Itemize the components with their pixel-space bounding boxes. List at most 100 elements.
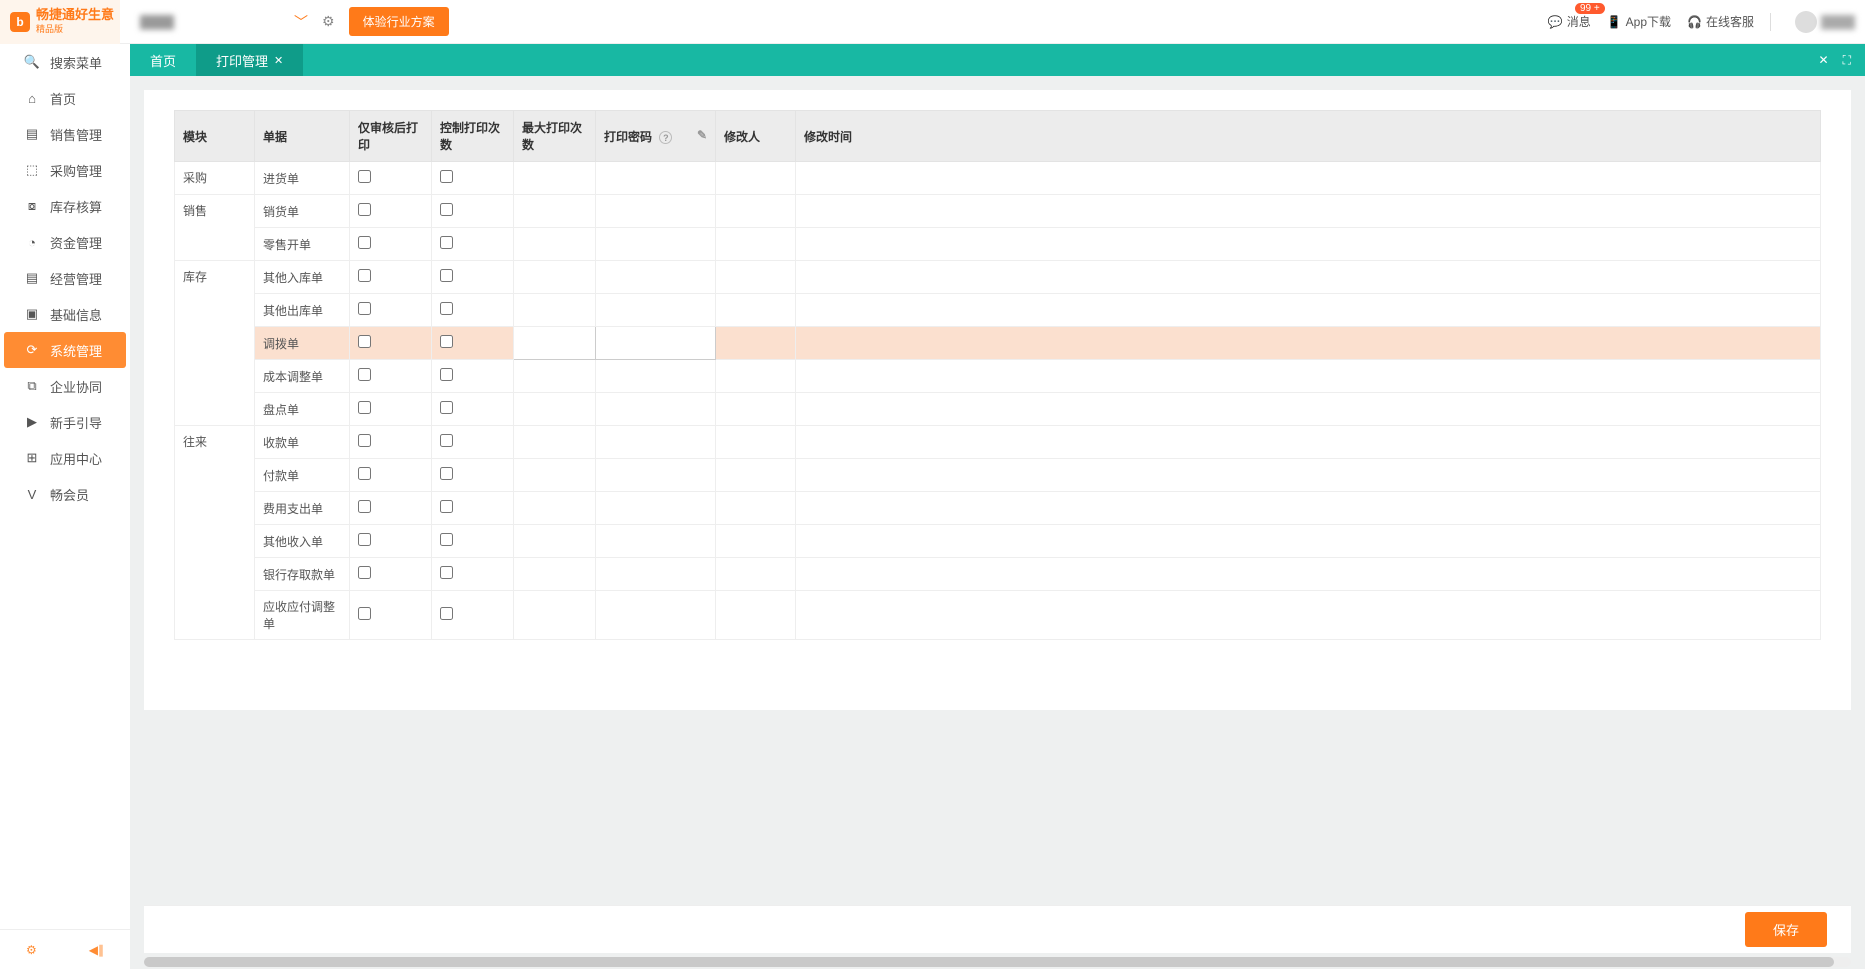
checkbox[interactable] xyxy=(440,566,453,579)
cell-mod-time xyxy=(796,195,1821,228)
col-max-count: 最大打印次数 xyxy=(514,111,596,162)
cell-ctrl-count xyxy=(432,525,514,558)
cell-max-count xyxy=(514,459,596,492)
sidebar-item-10[interactable]: ▶ 新手引导 xyxy=(0,404,130,440)
checkbox[interactable] xyxy=(440,533,453,546)
sidebar-item-label: 资金管理 xyxy=(50,233,102,252)
cell-audit-only xyxy=(350,591,432,640)
sidebar-item-3[interactable]: ⬚采购管理 xyxy=(0,152,130,188)
cell-max-count[interactable] xyxy=(514,327,596,360)
sidebar-item-0[interactable]: 🔍搜索菜单 xyxy=(0,44,130,80)
settings-icon[interactable]: ⚙ xyxy=(26,943,37,957)
table-header-row: 模块 单据 仅审核后打印 控制打印次数 最大打印次数 打印密码 ? ✎ 修改人 xyxy=(175,111,1821,162)
cell-audit-only xyxy=(350,228,432,261)
sidebar-item-12[interactable]: V畅会员 xyxy=(0,476,130,512)
app-download-link[interactable]: 📱 App下载 xyxy=(1607,13,1671,30)
checkbox[interactable] xyxy=(440,335,453,348)
sidebar-item-1[interactable]: ⌂首页 xyxy=(0,80,130,116)
checkbox[interactable] xyxy=(440,607,453,620)
checkbox[interactable] xyxy=(358,170,371,183)
edit-icon[interactable]: ✎ xyxy=(697,128,707,142)
sidebar-item-icon: ▶ xyxy=(24,414,40,430)
cell-pwd xyxy=(596,228,716,261)
help-icon[interactable]: ? xyxy=(659,131,672,144)
sidebar-item-6[interactable]: ▤经营管理 xyxy=(0,260,130,296)
checkbox[interactable] xyxy=(440,269,453,282)
user-menu[interactable]: ████ xyxy=(1787,11,1855,33)
cell-audit-only xyxy=(350,195,432,228)
support-link[interactable]: 🎧 在线客服 xyxy=(1687,13,1754,30)
checkbox[interactable] xyxy=(440,467,453,480)
sidebar-item-4[interactable]: ⧇库存核算 xyxy=(0,188,130,224)
collapse-icon[interactable]: ◀∥ xyxy=(89,943,104,957)
tabs-right: ✕ ⛶ xyxy=(1819,44,1865,76)
cell-mod-time xyxy=(796,591,1821,640)
checkbox[interactable] xyxy=(358,401,371,414)
cell-ctrl-count xyxy=(432,261,514,294)
chevron-down-icon[interactable]: ﹀ xyxy=(294,12,308,32)
checkbox[interactable] xyxy=(358,566,371,579)
cell-mod-time xyxy=(796,327,1821,360)
sidebar-item-8[interactable]: ⟳系统管理 xyxy=(4,332,126,368)
cell-mod-time xyxy=(796,228,1821,261)
fullscreen-icon[interactable]: ⛶ xyxy=(1843,53,1851,68)
checkbox[interactable] xyxy=(440,170,453,183)
checkbox[interactable] xyxy=(440,236,453,249)
company-selector[interactable]: ████ xyxy=(140,15,174,29)
sidebar-item-2[interactable]: ▤销售管理 xyxy=(0,116,130,152)
sidebar-item-7[interactable]: ▣基础信息 xyxy=(0,296,130,332)
sidebar-item-label: 新手引导 xyxy=(50,413,102,432)
cell-pwd xyxy=(596,525,716,558)
table-row: 费用支出单 xyxy=(175,492,1821,525)
cell-pwd[interactable] xyxy=(596,327,716,360)
checkbox[interactable] xyxy=(440,302,453,315)
checkbox[interactable] xyxy=(440,368,453,381)
checkbox[interactable] xyxy=(440,500,453,513)
checkbox[interactable] xyxy=(358,434,371,447)
support-label: 在线客服 xyxy=(1706,13,1754,30)
checkbox[interactable] xyxy=(358,467,371,480)
checkbox[interactable] xyxy=(358,302,371,315)
save-button[interactable]: 保存 xyxy=(1745,912,1827,947)
cell-mod-time xyxy=(796,426,1821,459)
messages-link[interactable]: 💬 消息 99 + xyxy=(1548,13,1591,30)
sidebar-item-11[interactable]: ⊞ 应用中心 xyxy=(0,440,130,476)
cell-audit-only xyxy=(350,294,432,327)
sidebar-item-9[interactable]: ⧉企业协同 xyxy=(0,368,130,404)
col-pwd: 打印密码 ? ✎ xyxy=(596,111,716,162)
col-pwd-label: 打印密码 xyxy=(604,130,652,144)
checkbox[interactable] xyxy=(440,203,453,216)
col-ctrl-count: 控制打印次数 xyxy=(432,111,514,162)
sidebar-item-icon: ▤ xyxy=(24,126,40,142)
close-all-icon[interactable]: ✕ xyxy=(1819,53,1829,67)
cell-pwd xyxy=(596,492,716,525)
checkbox[interactable] xyxy=(358,203,371,216)
scrollbar-thumb[interactable] xyxy=(144,957,1834,967)
cell-module: 库存 xyxy=(175,261,255,426)
sidebar-item-label: 应用中心 xyxy=(50,449,102,468)
tabs-bar: 首页打印管理✕ ✕ ⛶ xyxy=(130,44,1865,76)
cell-ctrl-count xyxy=(432,327,514,360)
checkbox[interactable] xyxy=(440,434,453,447)
sidebar-item-icon: ⊞ xyxy=(24,450,40,466)
industry-solution-button[interactable]: 体验行业方案 xyxy=(349,7,449,36)
checkbox[interactable] xyxy=(358,335,371,348)
close-icon[interactable]: ✕ xyxy=(274,54,283,67)
cell-modifier xyxy=(716,558,796,591)
col-doc: 单据 xyxy=(255,111,350,162)
checkbox[interactable] xyxy=(440,401,453,414)
checkbox[interactable] xyxy=(358,500,371,513)
checkbox[interactable] xyxy=(358,607,371,620)
horizontal-scrollbar[interactable] xyxy=(144,957,1851,967)
checkbox[interactable] xyxy=(358,236,371,249)
tab-1[interactable]: 打印管理✕ xyxy=(196,44,303,76)
sidebar-item-5[interactable]: ◔资金管理 xyxy=(0,224,130,260)
checkbox[interactable] xyxy=(358,269,371,282)
checkbox[interactable] xyxy=(358,533,371,546)
col-module: 模块 xyxy=(175,111,255,162)
tab-0[interactable]: 首页 xyxy=(130,44,196,76)
cell-mod-time xyxy=(796,294,1821,327)
checkbox[interactable] xyxy=(358,368,371,381)
cell-ctrl-count xyxy=(432,195,514,228)
gear-icon[interactable]: ⚙ xyxy=(322,13,335,30)
